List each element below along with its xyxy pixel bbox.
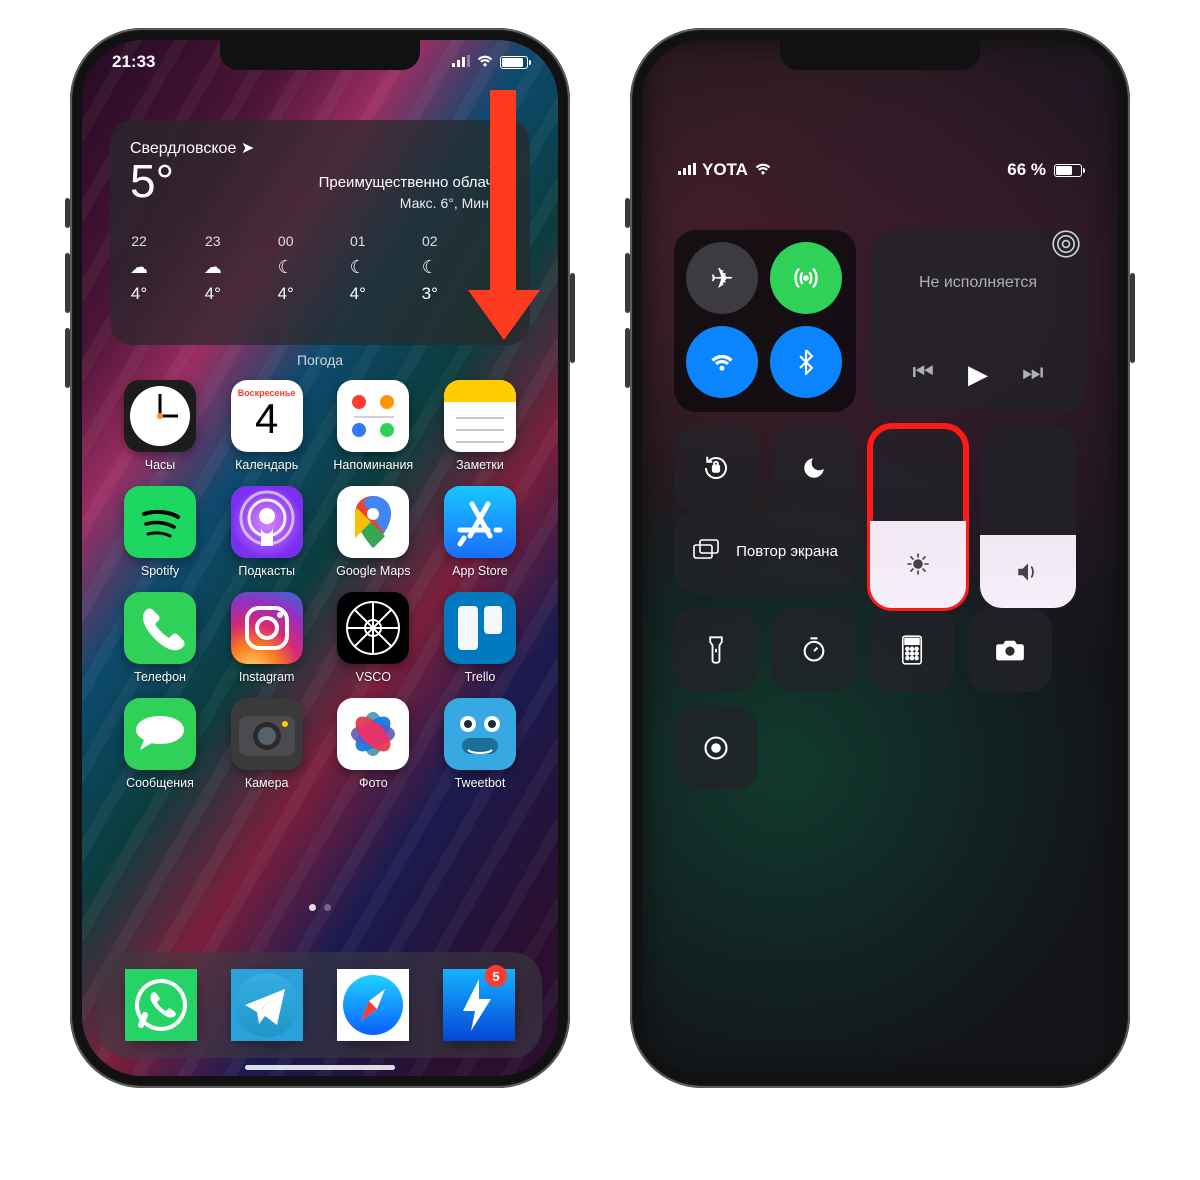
screen-mirroring-label: Повтор экрана bbox=[736, 543, 838, 561]
flashlight-button[interactable] bbox=[674, 608, 758, 692]
app-notes[interactable]: Заметки bbox=[430, 380, 530, 472]
app-photos[interactable]: Фото bbox=[323, 698, 423, 790]
app-instagram[interactable]: Instagram bbox=[217, 592, 317, 684]
app-trello[interactable]: Trello bbox=[430, 592, 530, 684]
media-prev-icon[interactable]: ⏮ bbox=[912, 359, 934, 390]
bluetooth-toggle[interactable] bbox=[770, 326, 842, 398]
cellular-toggle[interactable] bbox=[770, 242, 842, 314]
hourly-col: 03☾4° bbox=[494, 233, 510, 304]
volume-slider[interactable] bbox=[980, 426, 1076, 608]
media-title: Не исполняется bbox=[919, 274, 1037, 292]
hourly-col: 02☾3° bbox=[422, 233, 438, 304]
widget-caption: Погода bbox=[82, 352, 558, 368]
cc-status-bar: YOTA 66 % bbox=[642, 160, 1118, 180]
battery-icon bbox=[500, 56, 528, 69]
app-podcasts[interactable]: Подкасты bbox=[217, 486, 317, 578]
wifi-icon bbox=[754, 160, 772, 180]
home-screen: 21:33 Свердловское ➤ 5° bbox=[82, 40, 558, 1076]
home-indicator[interactable] bbox=[245, 1065, 395, 1070]
app-messages[interactable]: Сообщения bbox=[110, 698, 210, 790]
status-time: 21:33 bbox=[112, 52, 155, 72]
battery-percent: 66 % bbox=[1007, 160, 1046, 180]
page-dots[interactable] bbox=[82, 898, 558, 916]
carrier-label: YOTA bbox=[702, 160, 748, 180]
connectivity-module: ✈ bbox=[674, 230, 856, 412]
airplane-toggle[interactable]: ✈ bbox=[686, 242, 758, 314]
app-tweetbot[interactable]: Tweetbot bbox=[430, 698, 530, 790]
weather-current-temp: 5° bbox=[130, 154, 254, 208]
wifi-toggle[interactable] bbox=[686, 326, 758, 398]
app-vsco[interactable]: VSCO bbox=[323, 592, 423, 684]
weather-condition: Преимущественно облачно bbox=[319, 174, 510, 191]
dock-app-whatsapp[interactable] bbox=[125, 969, 197, 1041]
orientation-lock-toggle[interactable] bbox=[674, 426, 758, 510]
screen-mirroring-button[interactable]: Повтор экрана bbox=[674, 510, 856, 594]
iphone-frame-home: 21:33 Свердловское ➤ 5° bbox=[70, 28, 570, 1088]
location-icon: ➤ bbox=[241, 140, 254, 157]
hourly-col: 22☁4° bbox=[130, 233, 148, 304]
hourly-col: 00☾4° bbox=[278, 233, 294, 304]
hourly-col: 23☁4° bbox=[204, 233, 222, 304]
media-play-icon[interactable]: ▶ bbox=[968, 359, 988, 390]
dock: 5 bbox=[98, 952, 542, 1058]
app-spotify[interactable]: Spotify bbox=[110, 486, 210, 578]
app-calendar[interactable]: Воскресенье4Календарь bbox=[217, 380, 317, 472]
iphone-frame-control-center: YOTA 66 % ✈ bbox=[630, 28, 1130, 1088]
media-next-icon[interactable]: ⏭ bbox=[1022, 359, 1044, 390]
app-gmaps[interactable]: Google Maps bbox=[323, 486, 423, 578]
app-camera[interactable]: Камера bbox=[217, 698, 317, 790]
timer-button[interactable] bbox=[772, 608, 856, 692]
hourly-col: 01☾4° bbox=[350, 233, 366, 304]
control-center-screen: YOTA 66 % ✈ bbox=[642, 40, 1118, 1076]
brightness-slider[interactable] bbox=[870, 426, 966, 608]
do-not-disturb-toggle[interactable] bbox=[772, 426, 856, 510]
cellular-icon bbox=[452, 52, 470, 72]
dock-app-telegram[interactable] bbox=[231, 969, 303, 1041]
cellular-icon bbox=[678, 160, 696, 180]
battery-icon bbox=[1054, 164, 1082, 177]
app-clock[interactable]: Часы bbox=[110, 380, 210, 472]
weather-widget[interactable]: Свердловское ➤ 5° ☁ Преимущественно обла… bbox=[110, 120, 530, 345]
wifi-icon bbox=[476, 52, 494, 72]
dock-app-safari[interactable] bbox=[337, 969, 409, 1041]
app-appstore[interactable]: App Store bbox=[430, 486, 530, 578]
app-reminders[interactable]: Напоминания bbox=[323, 380, 423, 472]
airplay-audio-icon[interactable] bbox=[1052, 230, 1080, 263]
calculator-button[interactable] bbox=[870, 608, 954, 692]
rectangles-icon bbox=[692, 538, 722, 566]
camera-button[interactable] bbox=[968, 608, 1052, 692]
cloud-icon: ☁ bbox=[319, 148, 510, 174]
app-phone[interactable]: Телефон bbox=[110, 592, 210, 684]
screen-record-button[interactable] bbox=[674, 706, 758, 790]
badge: 5 bbox=[485, 965, 507, 987]
weather-hi-lo: Макс. 6°, Мин. 1° bbox=[319, 195, 510, 211]
dock-app-spark[interactable]: 5 bbox=[443, 969, 515, 1041]
